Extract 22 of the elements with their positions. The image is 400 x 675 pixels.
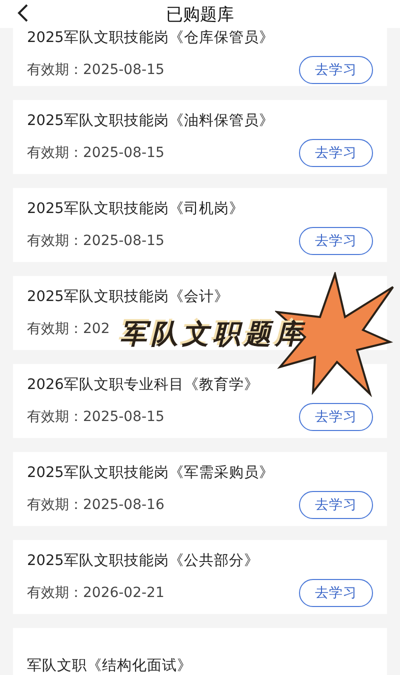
- study-button[interactable]: 去学习: [299, 56, 373, 84]
- course-title: 2025军队文职技能岗《公共部分》: [27, 552, 260, 570]
- study-button[interactable]: 去学习: [299, 403, 373, 431]
- validity-date: 有效期：2025-08-15: [27, 61, 164, 79]
- study-button[interactable]: 去学习: [299, 227, 373, 255]
- validity-date: 有效期：202: [27, 320, 110, 338]
- study-button[interactable]: 去学习: [299, 579, 373, 607]
- course-title: 军队文职《结构化面试》: [27, 656, 193, 674]
- validity-date: 有效期：2025-08-15: [27, 144, 164, 162]
- validity-date: 有效期：2025-08-15: [27, 232, 164, 250]
- course-title: 2025军队文职技能岗《仓库保管员》: [27, 28, 275, 47]
- study-button[interactable]: 去学习: [299, 139, 373, 167]
- validity-date: 有效期：2025-08-16: [27, 496, 164, 514]
- course-title: 2025军队文职技能岗《司机岗》: [27, 200, 245, 218]
- validity-date: 有效期：2026-02-21: [27, 584, 164, 602]
- course-title: 2026军队文职专业科目《教育学》: [27, 376, 260, 394]
- page-title: 已购题库: [166, 4, 234, 26]
- study-button[interactable]: 去学习: [299, 491, 373, 519]
- validity-date: 有效期：2025-08-15: [27, 408, 164, 426]
- course-title: 2025军队文职技能岗《油料保管员》: [27, 112, 275, 130]
- course-title: 2025军队文职技能岗《会计》: [27, 288, 230, 306]
- course-title: 2025军队文职技能岗《军需采购员》: [27, 464, 275, 482]
